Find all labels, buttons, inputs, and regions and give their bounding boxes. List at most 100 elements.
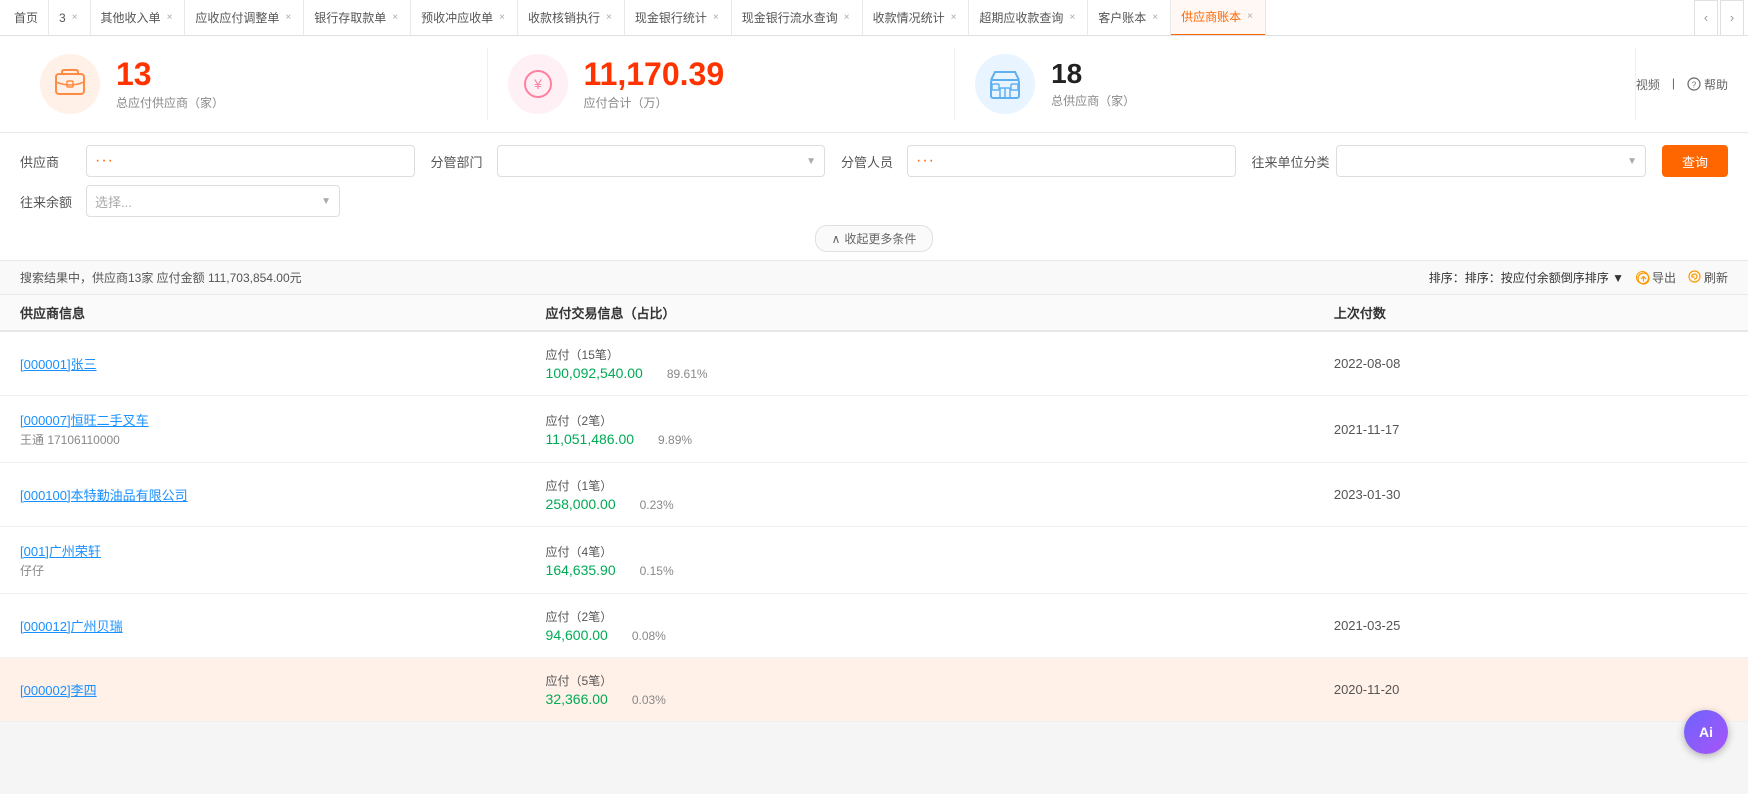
help-area: 视频 | ? 帮助 — [1636, 76, 1728, 93]
filter-bar: 供应商 ··· 分管部门 ▼ 分管人员 ··· 往来单位分类 ▼ — [0, 133, 1748, 261]
table-row: [000012]广州贝瑞 应付（2笔） 94,600.00 0.08% 2021… — [0, 594, 1748, 658]
nav-tab-cash-bank-stats[interactable]: 现金银行统计 × — [625, 0, 732, 36]
tx-amount-2[interactable]: 258,000.00 — [546, 496, 616, 512]
supplier-link-5[interactable]: [000002]李四 — [20, 680, 546, 699]
summary-card-payable-suppliers: 13 总应付供应商（家） — [20, 48, 488, 120]
summary-card-total-payable: ¥ 11,170.39 应付合计（万） — [488, 48, 956, 120]
close-icon[interactable]: × — [842, 12, 852, 23]
refresh-button[interactable]: 刷新 — [1688, 269, 1728, 286]
total-suppliers-label: 总供应商（家） — [1051, 92, 1135, 109]
supplier-link-2[interactable]: [000100]本特勤油品有限公司 — [20, 485, 546, 504]
dept-input[interactable]: ▼ — [497, 145, 826, 177]
summary-card-1-content: 13 总应付供应商（家） — [116, 57, 224, 111]
tx-info-2: 应付（1笔） 258,000.00 0.23% — [546, 477, 1334, 512]
help-label: 帮助 — [1704, 76, 1728, 93]
sort-selector[interactable]: 排序：排序：按应付余额倒序排序 ▼ — [1429, 269, 1624, 286]
export-button[interactable]: 导出 — [1636, 269, 1676, 286]
close-icon[interactable]: × — [283, 12, 293, 23]
nav-tab-bank-deposit[interactable]: 银行存取款单 × — [304, 0, 411, 36]
nav-tab-customer-ledger[interactable]: 客户账本 × — [1088, 0, 1171, 36]
close-icon[interactable]: × — [70, 12, 80, 23]
nav-tab-bank-deposit-label: 银行存取款单 — [314, 9, 386, 26]
close-icon[interactable]: × — [497, 12, 507, 23]
nav-tab-other-income-label: 其他收入单 — [101, 9, 161, 26]
supplier-info-5: [000002]李四 — [20, 680, 546, 699]
collapse-button[interactable]: ∧ 收起更多条件 — [815, 225, 934, 252]
person-dots: ··· — [916, 152, 935, 170]
supplier-link-1[interactable]: [000007]恒旺二手叉车 — [20, 410, 546, 429]
collapse-label: 收起更多条件 — [844, 230, 916, 247]
ai-button[interactable]: Ai — [1684, 710, 1728, 754]
col-header-tx: 应付交易信息（占比） — [546, 303, 1334, 322]
nav-tab-overdue-ar[interactable]: 超期应收款查询 × — [969, 0, 1088, 36]
chevron-down-icon: ▼ — [806, 156, 816, 167]
summary-card-2-content: 11,170.39 应付合计（万） — [584, 57, 725, 111]
last-pay-5: 2020-11-20 — [1334, 682, 1728, 697]
close-icon[interactable]: × — [1150, 12, 1160, 23]
svg-text:?: ? — [1692, 81, 1697, 90]
table-row: [001]广州荣轩 仔仔 应付（4笔） 164,635.90 0.15% — [0, 527, 1748, 594]
tx-percent-1: 9.89% — [658, 433, 692, 447]
supplier-input[interactable]: ··· — [86, 145, 415, 177]
tx-label-4: 应付（2笔） — [546, 608, 1334, 625]
total-suppliers-value: 18 — [1051, 59, 1135, 90]
nav-tab-ar-ap-adjust[interactable]: 应收应付调整单 × — [185, 0, 304, 36]
close-icon[interactable]: × — [711, 12, 721, 23]
balance-input[interactable]: 选择... ▼ — [86, 185, 340, 217]
nav-tab-collection-stats-label: 收款情况统计 — [873, 9, 945, 26]
help-link[interactable]: ? 帮助 — [1687, 76, 1728, 93]
nav-tab-collection-stats[interactable]: 收款情况统计 × — [863, 0, 970, 36]
supplier-info-1: [000007]恒旺二手叉车 王通 17106110000 — [20, 410, 546, 448]
tx-info-3: 应付（4笔） 164,635.90 0.15% — [546, 543, 1334, 578]
tx-amount-5[interactable]: 32,366.00 — [546, 691, 608, 707]
close-icon[interactable]: × — [165, 12, 175, 23]
category-input[interactable]: ▼ — [1336, 145, 1646, 177]
tx-percent-0: 89.61% — [667, 367, 708, 381]
dept-filter-label: 分管部门 — [431, 152, 491, 171]
filter-balance: 往来余额 选择... ▼ — [20, 185, 340, 217]
table-row: [000007]恒旺二手叉车 王通 17106110000 应付（2笔） 11,… — [0, 396, 1748, 463]
nav-tab-3[interactable]: 3 × — [49, 0, 91, 36]
nav-tab-collection-exec[interactable]: 收款核销执行 × — [518, 0, 625, 36]
supplier-link-4[interactable]: [000012]广州贝瑞 — [20, 616, 546, 635]
nav-tab-other-income[interactable]: 其他收入单 × — [91, 0, 186, 36]
payable-icon: ¥ — [508, 54, 568, 114]
results-actions: 排序：排序：按应付余额倒序排序 ▼ 导出 刷新 — [1429, 269, 1728, 286]
nav-tab-ar-ap-adjust-label: 应收应付调整单 — [195, 9, 279, 26]
tx-amount-1[interactable]: 11,051,486.00 — [546, 431, 635, 447]
total-payable-value: 11,170.39 — [584, 57, 725, 92]
nav-tab-overdue-ar-label: 超期应收款查询 — [979, 9, 1063, 26]
payable-suppliers-value: 13 — [116, 57, 224, 92]
nav-tab-supplier-ledger[interactable]: 供应商账本 × — [1171, 0, 1266, 36]
tx-label-1: 应付（2笔） — [546, 412, 1334, 429]
table-row: [000100]本特勤油品有限公司 应付（1笔） 258,000.00 0.23… — [0, 463, 1748, 527]
nav-tab-home[interactable]: 首页 — [4, 0, 49, 36]
person-input[interactable]: ··· — [907, 145, 1236, 177]
close-icon[interactable]: × — [1245, 11, 1255, 22]
supplier-link-3[interactable]: [001]广州荣轩 — [20, 541, 546, 560]
category-filter-label: 往来单位分类 — [1252, 152, 1330, 171]
supplier-sub-1: 王通 17106110000 — [20, 431, 546, 448]
query-button[interactable]: 查询 — [1662, 145, 1728, 177]
tx-row-1: 11,051,486.00 9.89% — [546, 431, 1334, 447]
tx-amount-0[interactable]: 100,092,540.00 — [546, 365, 643, 381]
close-icon[interactable]: × — [1067, 12, 1077, 23]
tx-amount-4[interactable]: 94,600.00 — [546, 627, 608, 643]
tx-label-5: 应付（5笔） — [546, 672, 1334, 689]
balance-placeholder: 选择... — [95, 192, 132, 211]
nav-tab-home-label: 首页 — [14, 9, 38, 26]
video-link[interactable]: 视频 — [1636, 76, 1660, 93]
nav-next-arrow[interactable]: › — [1720, 0, 1744, 36]
close-icon[interactable]: × — [604, 12, 614, 23]
nav-tab-3-label: 3 — [59, 11, 66, 25]
nav-tab-advance-offset[interactable]: 预收冲应收单 × — [411, 0, 518, 36]
nav-tab-cash-bank-flow[interactable]: 现金银行流水查询 × — [732, 0, 863, 36]
close-icon[interactable]: × — [949, 12, 959, 23]
col-header-supplier: 供应商信息 — [20, 303, 546, 322]
close-icon[interactable]: × — [390, 12, 400, 23]
tx-amount-3[interactable]: 164,635.90 — [546, 562, 616, 578]
last-pay-date-5: 2020-11-20 — [1334, 682, 1400, 697]
nav-prev-arrow[interactable]: ‹ — [1694, 0, 1718, 36]
supplier-link-0[interactable]: [000001]张三 — [20, 354, 546, 373]
collapse-up-icon: ∧ — [832, 232, 841, 246]
